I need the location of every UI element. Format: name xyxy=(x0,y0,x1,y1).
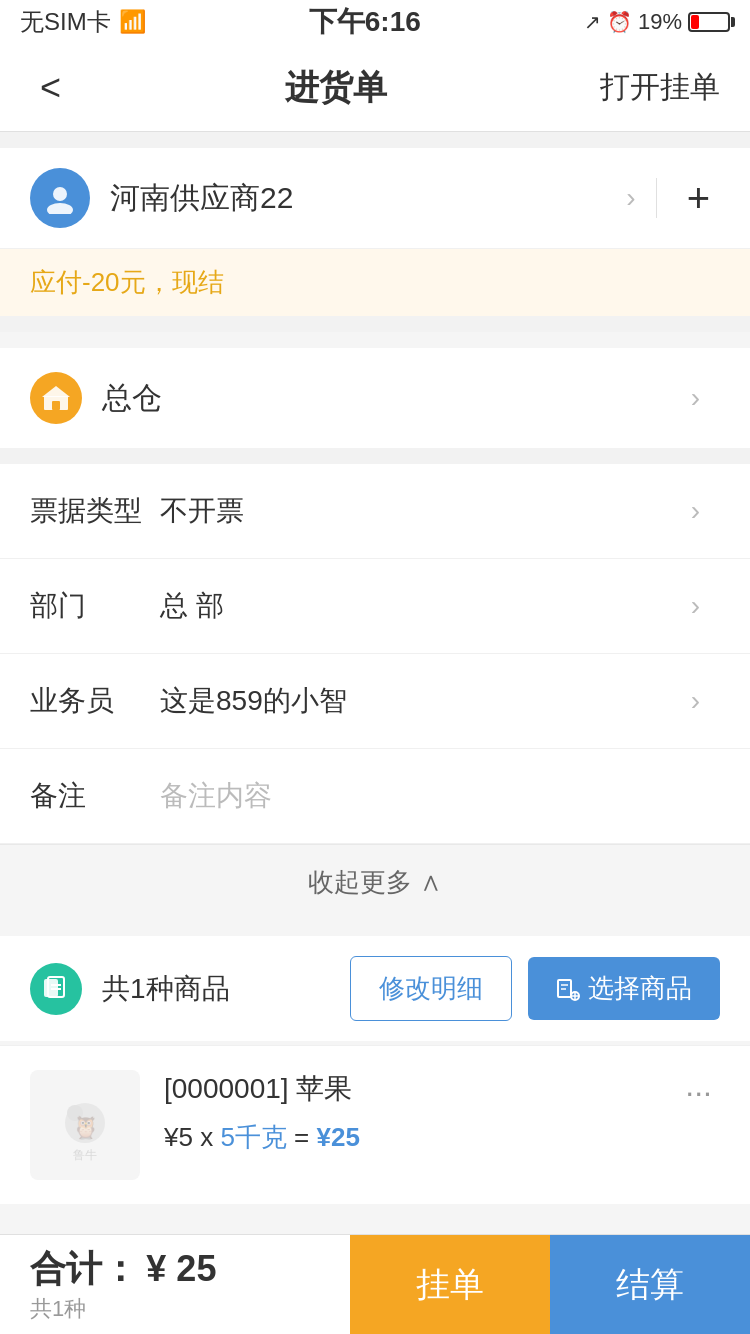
svg-point-1 xyxy=(47,203,73,214)
select-product-button[interactable]: 选择商品 xyxy=(528,957,720,1020)
dept-value: 总 部 xyxy=(150,587,691,625)
collapse-button[interactable]: 收起更多 ∧ xyxy=(0,844,750,920)
summary-info: 合计： ¥ 25 共1种 xyxy=(0,1245,350,1324)
status-time: 下午6:16 xyxy=(309,3,421,41)
warehouse-icon xyxy=(30,372,82,424)
product-total: ¥25 xyxy=(317,1122,360,1152)
product-info: [0000001] 苹果 ¥5 x 5千克 = ¥25 xyxy=(164,1070,677,1155)
select-product-label: 选择商品 xyxy=(588,971,692,1006)
divider-1 xyxy=(0,132,750,148)
dept-row[interactable]: 部门 总 部 › xyxy=(0,559,750,654)
invoice-label: 票据类型 xyxy=(30,492,150,530)
product-id: [0000001] xyxy=(164,1073,289,1104)
product-title-text: 苹果 xyxy=(296,1073,352,1104)
invoice-value: 不开票 xyxy=(150,492,691,530)
location-icon: ↗ xyxy=(584,10,601,34)
status-left: 无SIM卡 📶 xyxy=(20,6,146,38)
invoice-chevron: › xyxy=(691,495,700,527)
summary-count: 共1种 xyxy=(30,1294,320,1324)
salesperson-chevron: › xyxy=(691,685,700,717)
divider-2 xyxy=(0,316,750,332)
total-label: 合计： xyxy=(30,1248,138,1289)
salesperson-label: 业务员 xyxy=(30,682,150,720)
product-item: 鲁牛 🦉 [0000001] 苹果 ¥5 x 5千克 = ¥25 ··· xyxy=(0,1045,750,1204)
nav-bar: < 进货单 打开挂单 xyxy=(0,44,750,132)
product-unit-price: ¥5 xyxy=(164,1122,193,1152)
product-price: ¥5 x 5千克 = ¥25 xyxy=(164,1120,677,1155)
status-bar: 无SIM卡 📶 下午6:16 ↗ ⏰ 19% xyxy=(0,0,750,44)
remark-row[interactable]: 备注 备注内容 xyxy=(0,749,750,844)
status-right: ↗ ⏰ 19% xyxy=(584,9,730,35)
product-count-text: 共1种商品 xyxy=(102,970,350,1008)
form-section: 票据类型 不开票 › 部门 总 部 › 业务员 这是859的小智 › 备注 备注… xyxy=(0,464,750,844)
product-header: 共1种商品 修改明细 选择商品 xyxy=(0,936,750,1041)
product-quantity: 5千克 xyxy=(220,1122,286,1152)
settle-button[interactable]: 结算 xyxy=(550,1235,750,1335)
svg-marker-3 xyxy=(42,386,70,397)
supplier-section: 河南供应商22 › + xyxy=(0,148,750,249)
salesperson-value: 这是859的小智 xyxy=(150,682,691,720)
svg-rect-4 xyxy=(52,401,60,410)
svg-text:🦉: 🦉 xyxy=(72,1114,100,1141)
product-multiply: x xyxy=(200,1122,220,1152)
wifi-icon: 📶 xyxy=(119,9,146,35)
total-value: ¥ 25 xyxy=(146,1248,216,1289)
dept-chevron: › xyxy=(691,590,700,622)
product-equals: = xyxy=(294,1122,316,1152)
svg-text:鲁牛: 鲁牛 xyxy=(73,1148,97,1162)
hang-button[interactable]: 挂单 xyxy=(350,1235,550,1335)
supplier-name[interactable]: 河南供应商22 xyxy=(110,178,626,219)
supplier-avatar xyxy=(30,168,90,228)
warehouse-section[interactable]: 总仓 › xyxy=(0,348,750,448)
remark-input[interactable]: 备注内容 xyxy=(150,777,720,815)
carrier-text: 无SIM卡 xyxy=(20,6,111,38)
warehouse-chevron: › xyxy=(691,382,700,414)
alarm-icon: ⏰ xyxy=(607,10,632,34)
product-count-icon xyxy=(30,963,82,1015)
bottom-bar: 合计： ¥ 25 共1种 挂单 结算 xyxy=(0,1234,750,1334)
invoice-row[interactable]: 票据类型 不开票 › xyxy=(0,464,750,559)
dept-label: 部门 xyxy=(30,587,150,625)
add-supplier-button[interactable]: + xyxy=(677,176,720,221)
supplier-divider xyxy=(656,178,657,218)
battery-fill xyxy=(691,15,699,29)
battery-icon xyxy=(688,12,730,32)
page-title: 进货单 xyxy=(285,65,387,111)
product-name: [0000001] 苹果 xyxy=(164,1070,677,1108)
remark-label: 备注 xyxy=(30,777,150,815)
back-button[interactable]: < xyxy=(30,57,71,119)
warehouse-name: 总仓 xyxy=(102,378,691,419)
product-more-button[interactable]: ··· xyxy=(677,1070,720,1115)
edit-detail-button[interactable]: 修改明细 xyxy=(350,956,512,1021)
product-thumbnail: 鲁牛 🦉 xyxy=(30,1070,140,1180)
open-hang-button[interactable]: 打开挂单 xyxy=(600,67,720,108)
salesperson-row[interactable]: 业务员 这是859的小智 › xyxy=(0,654,750,749)
svg-point-0 xyxy=(53,187,67,201)
supplier-chevron: › xyxy=(626,182,635,214)
alert-banner: 应付-20元，现结 xyxy=(0,249,750,316)
battery-pct: 19% xyxy=(638,9,682,35)
summary-total: 合计： ¥ 25 xyxy=(30,1245,320,1294)
divider-3 xyxy=(0,448,750,464)
